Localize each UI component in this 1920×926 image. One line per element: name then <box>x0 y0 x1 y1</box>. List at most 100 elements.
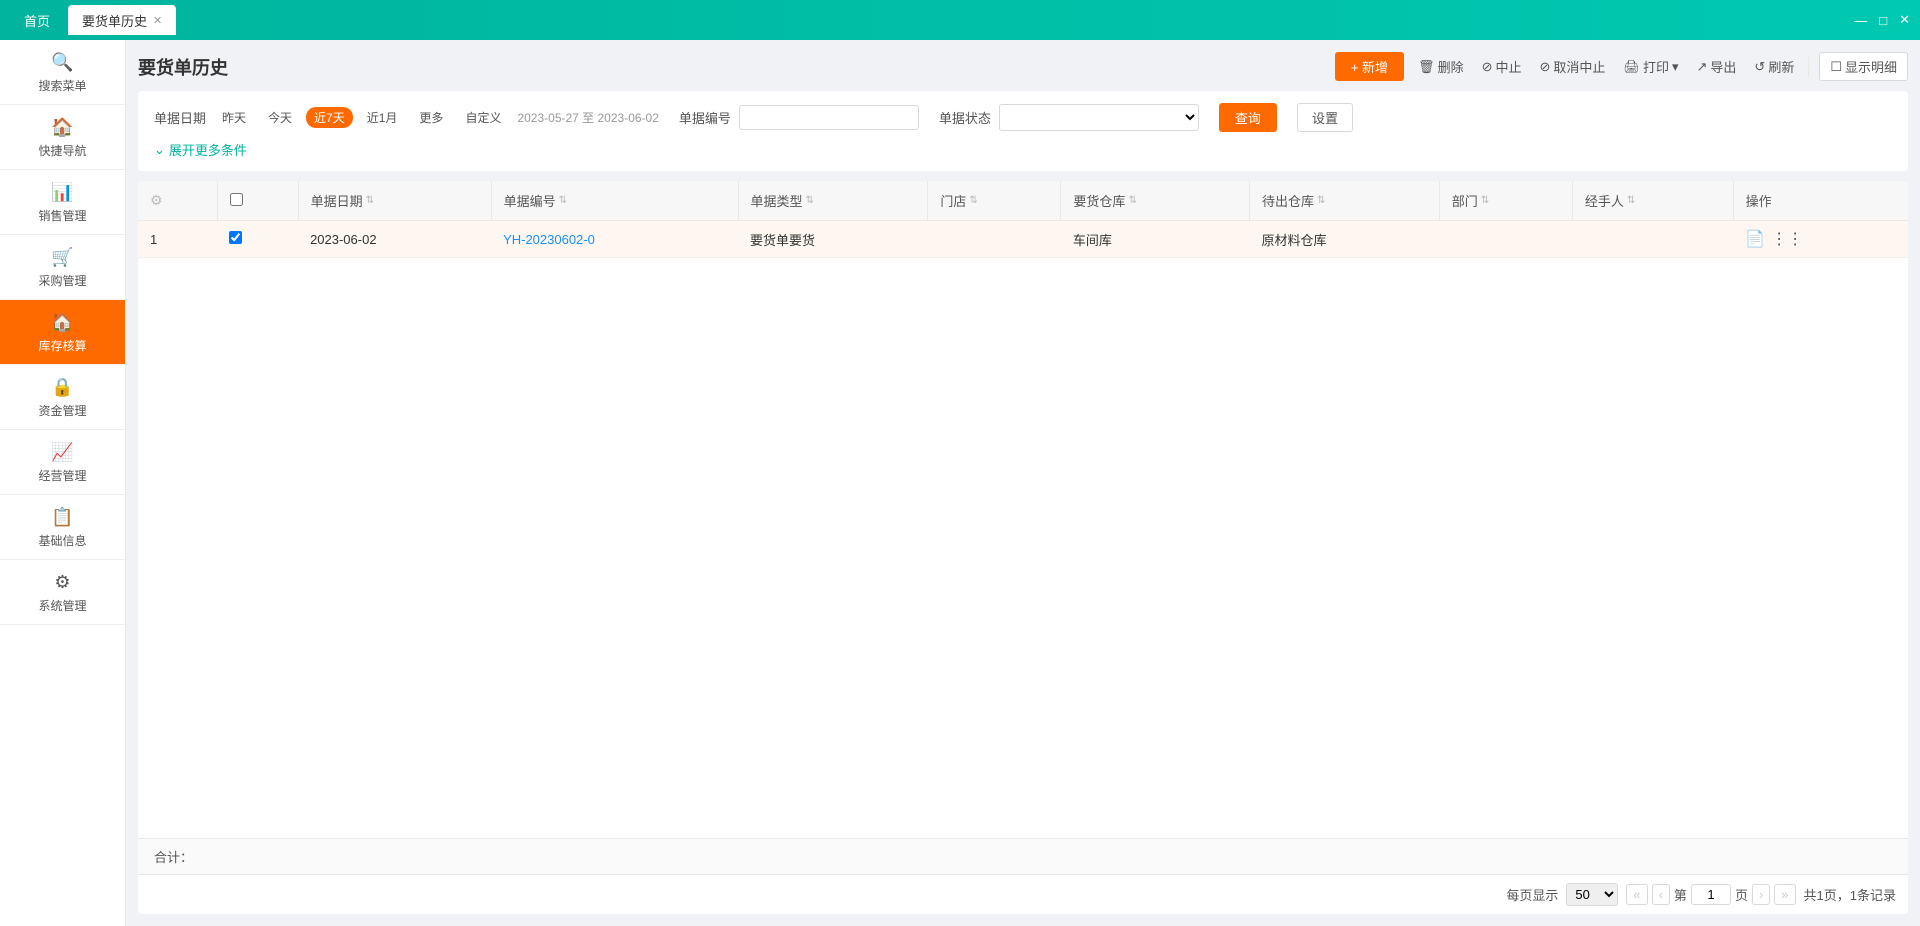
th-store[interactable]: 门店 ⇅ <box>928 181 1061 221</box>
sidebar-item-search-menu[interactable]: 🔍 搜索菜单 <box>0 40 125 105</box>
next-page-button[interactable]: › <box>1752 884 1770 905</box>
date-btn-today[interactable]: 今天 <box>260 107 300 128</box>
row-more-icon[interactable]: ⋮⋮ <box>1771 229 1803 249</box>
sort-doc-type-icon: ⇅ <box>806 195 814 206</box>
sidebar-item-sales[interactable]: 📊 销售管理 <box>0 170 125 235</box>
display-cell-label: 显示明细 <box>1845 57 1897 76</box>
table-row[interactable]: 1 2023-06-02 YH-20230602-0 要货单要货 车间库 原材料… <box>138 221 1908 258</box>
th-settings[interactable]: ⚙ <box>138 181 217 221</box>
delete-button[interactable]: 🗑 删除 <box>1414 57 1468 76</box>
window-minimize-icon[interactable]: — <box>1854 13 1867 28</box>
expand-icon: ⌄ <box>154 142 165 158</box>
date-btn-last1month[interactable]: 近1月 <box>359 107 406 128</box>
th-doc-date[interactable]: 单据日期 ⇅ <box>298 181 491 221</box>
display-cell-checkbox: ☐ <box>1830 59 1842 75</box>
total-info: 共1页，1条记录 <box>1804 885 1896 904</box>
cancel-stop-label: 取消中止 <box>1553 57 1605 76</box>
home-icon: 🏠 <box>51 117 73 138</box>
select-all-checkbox[interactable] <box>230 193 243 206</box>
date-btn-custom[interactable]: 自定义 <box>457 107 509 128</box>
delete-icon: 🗑 <box>1418 59 1435 75</box>
expand-more-btn[interactable]: ⌄ 展开更多条件 <box>154 140 1892 159</box>
th-handler[interactable]: 经手人 ⇅ <box>1572 181 1733 221</box>
date-range-display: 2023-05-27 至 2023-06-02 <box>517 109 658 126</box>
th-dept-label: 部门 <box>1452 191 1478 210</box>
stop-label: 中止 <box>1495 57 1521 76</box>
th-doc-no-label: 单据编号 <box>504 191 556 210</box>
tab-close-icon[interactable]: ✕ <box>153 14 162 27</box>
sidebar-item-finance[interactable]: 🔒 资金管理 <box>0 365 125 430</box>
table-header: ⚙ 单据日期 ⇅ 单据编号 ⇅ <box>138 181 1908 221</box>
th-actions-label: 操作 <box>1746 194 1772 209</box>
sidebar-item-purchase-label: 采购管理 <box>38 272 86 289</box>
cell-doc-date: 2023-06-02 <box>298 221 491 258</box>
page-number-input[interactable] <box>1691 884 1731 905</box>
export-button[interactable]: ↗ 导出 <box>1692 57 1740 76</box>
main-layout: 🔍 搜索菜单 🏠 快捷导航 📊 销售管理 🛒 采购管理 🏠 库存核算 🔒 资金管… <box>0 40 1920 926</box>
doc-no-filter-label: 单据编号 <box>679 108 731 127</box>
cancel-stop-icon: ⊘ <box>1540 59 1551 75</box>
top-bar-right: — □ ✕ <box>1854 12 1910 28</box>
query-button[interactable]: 查询 <box>1219 103 1277 132</box>
window-maximize-icon[interactable]: □ <box>1879 13 1887 28</box>
date-btn-yesterday[interactable]: 昨天 <box>214 107 254 128</box>
tab-requisition-history[interactable]: 要货单历史 ✕ <box>68 5 176 35</box>
date-filter-label: 单据日期 <box>154 108 206 127</box>
first-page-button[interactable]: « <box>1626 884 1647 905</box>
tab-home[interactable]: 首页 <box>10 5 64 35</box>
sidebar-item-quick-nav[interactable]: 🏠 快捷导航 <box>0 105 125 170</box>
inventory-icon: 🏠 <box>51 312 73 333</box>
sort-dept-icon: ⇅ <box>1481 195 1489 206</box>
settings-button[interactable]: 设置 <box>1297 103 1353 132</box>
top-bar: 首页 要货单历史 ✕ — □ ✕ <box>0 0 1920 40</box>
purchase-icon: 🛒 <box>51 247 73 268</box>
th-req-warehouse[interactable]: 要货仓库 ⇅ <box>1061 181 1250 221</box>
stop-button[interactable]: ⊘ 中止 <box>1478 57 1526 76</box>
sidebar-item-system[interactable]: ⚙ 系统管理 <box>0 560 125 625</box>
last-page-button[interactable]: » <box>1774 884 1795 905</box>
status-select[interactable] <box>999 104 1199 131</box>
export-icon: ↗ <box>1696 59 1707 75</box>
prev-page-button[interactable]: ‹ <box>1652 884 1670 905</box>
refresh-button[interactable]: ↺ 刷新 <box>1750 57 1798 76</box>
row-checkbox[interactable] <box>229 231 242 244</box>
sidebar-item-quick-nav-label: 快捷导航 <box>38 142 86 159</box>
cell-checkbox <box>217 221 298 258</box>
row-actions: 📄 ⋮⋮ <box>1745 229 1896 249</box>
sort-pending-warehouse-icon: ⇅ <box>1317 195 1325 206</box>
sales-icon: 📊 <box>51 182 73 203</box>
window-close-icon[interactable]: ✕ <box>1899 12 1910 28</box>
print-button[interactable]: 🖨 打印 ▾ <box>1619 57 1682 76</box>
print-dropdown-icon: ▾ <box>1672 59 1679 75</box>
date-btn-more[interactable]: 更多 <box>411 107 451 128</box>
th-doc-type[interactable]: 单据类型 ⇅ <box>738 181 928 221</box>
per-page-label: 每页显示 <box>1506 885 1558 904</box>
cell-doc-no: YH-20230602-0 <box>491 221 738 258</box>
th-handler-label: 经手人 <box>1585 191 1624 210</box>
sidebar-item-inventory[interactable]: 🏠 库存核算 <box>0 300 125 365</box>
th-doc-no[interactable]: 单据编号 ⇅ <box>491 181 738 221</box>
display-cell-button[interactable]: ☐ 显示明细 <box>1819 52 1908 81</box>
date-filter-buttons: 昨天 今天 近7天 近1月 更多 自定义 <box>214 107 509 128</box>
sidebar-item-purchase[interactable]: 🛒 采购管理 <box>0 235 125 300</box>
content-area: 要货单历史 + 新增 🗑 删除 ⊘ 中止 ⊘ 取消中止 🖨 打印 <box>126 40 1920 926</box>
th-dept[interactable]: 部门 ⇅ <box>1439 181 1572 221</box>
th-pending-warehouse-label: 待出仓库 <box>1262 191 1314 210</box>
date-btn-last7days[interactable]: 近7天 <box>306 107 353 128</box>
system-icon: ⚙ <box>54 572 70 593</box>
sidebar-item-basic-info-label: 基础信息 <box>38 532 86 549</box>
doc-no-link[interactable]: YH-20230602-0 <box>503 232 595 247</box>
th-pending-warehouse[interactable]: 待出仓库 ⇅ <box>1249 181 1439 221</box>
doc-no-input[interactable] <box>739 105 919 130</box>
sidebar-item-operations[interactable]: 📈 经营管理 <box>0 430 125 495</box>
new-button[interactable]: + 新增 <box>1335 52 1404 81</box>
row-edit-icon[interactable]: 📄 <box>1745 229 1765 249</box>
filter-panel: 单据日期 昨天 今天 近7天 近1月 更多 自定义 2023-05-27 至 2… <box>138 91 1908 171</box>
cell-pending-warehouse: 原材料仓库 <box>1249 221 1439 258</box>
summary-label: 合计： <box>154 850 193 865</box>
toolbar-divider <box>1808 57 1809 77</box>
pagination-bar: 每页显示 10 20 50 100 « ‹ 第 页 › » 共1页，1条记录 <box>138 874 1908 914</box>
cancel-stop-button[interactable]: ⊘ 取消中止 <box>1536 57 1610 76</box>
per-page-select[interactable]: 10 20 50 100 <box>1566 883 1618 906</box>
sidebar-item-basic-info[interactable]: 📋 基础信息 <box>0 495 125 560</box>
